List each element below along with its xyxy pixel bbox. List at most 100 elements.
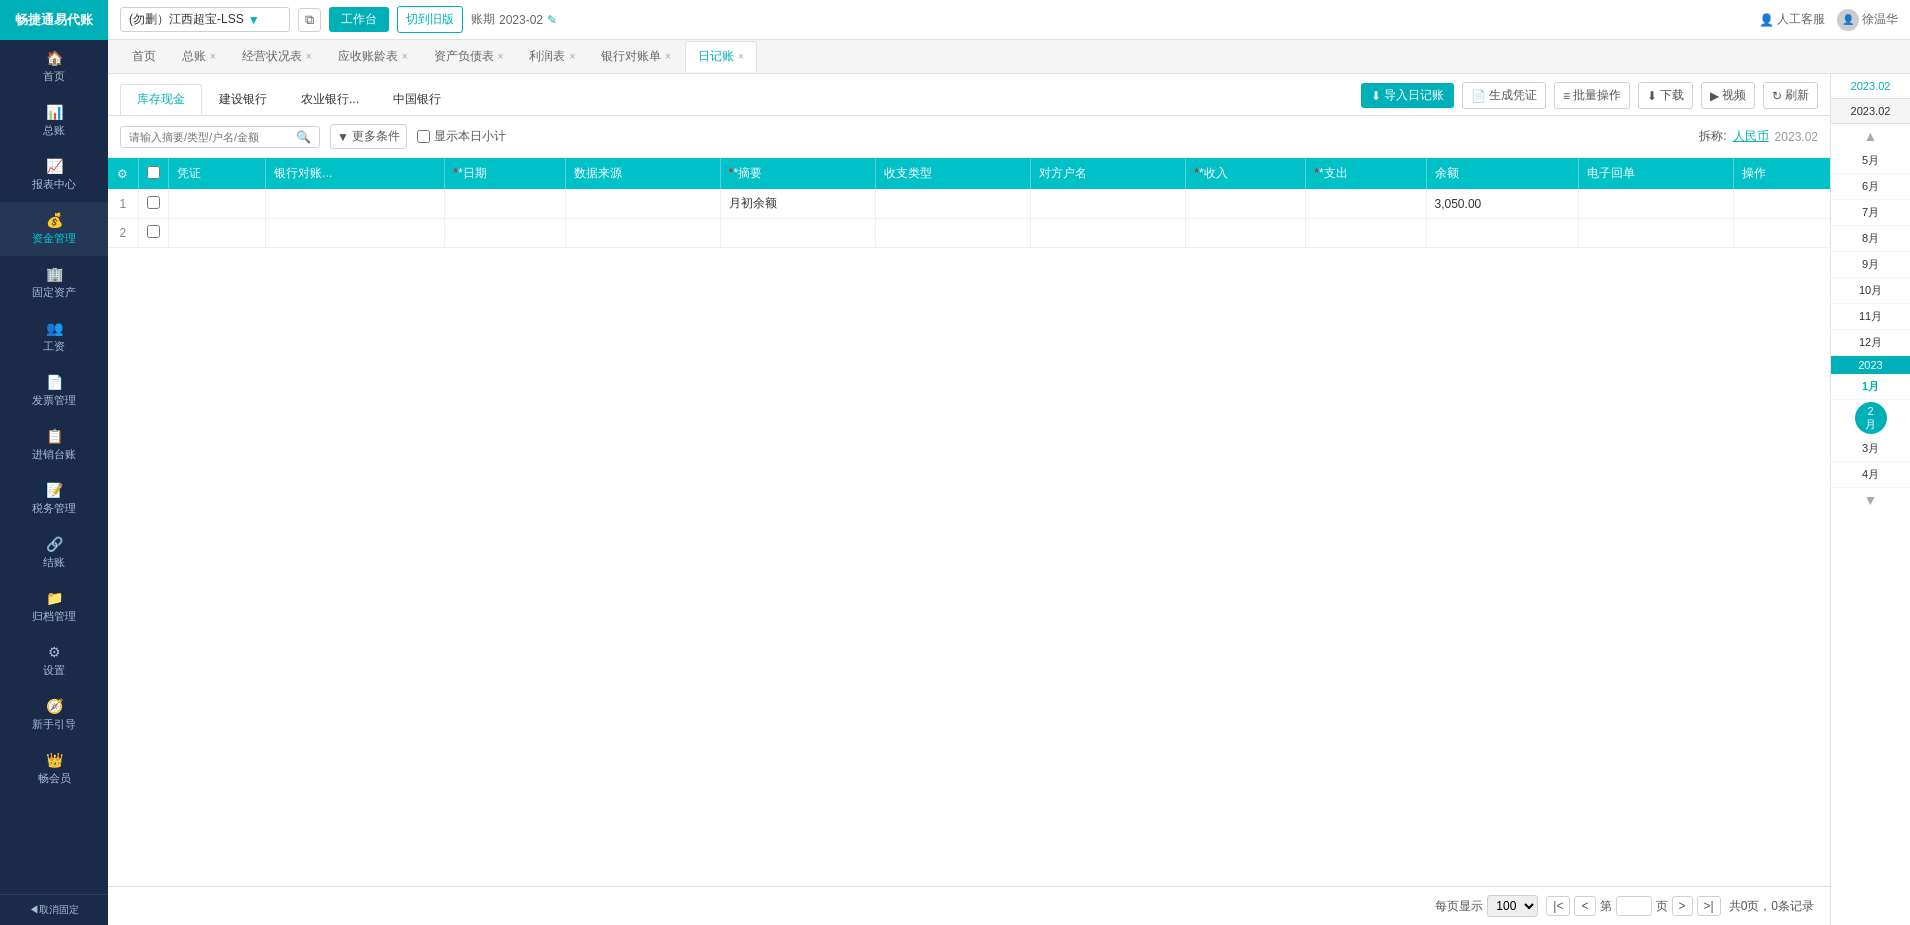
page-size-selector[interactable]: 每页显示 10 20 50 100 bbox=[1435, 895, 1538, 917]
tab-receivables[interactable]: 应收账龄表 × bbox=[326, 42, 420, 71]
top-bar: (勿删）江西超宝-LSS ▼ ⧉ 工作台 切到旧版 账期 2023-02 ✎ 👤… bbox=[108, 0, 1910, 40]
month-12[interactable]: 12月 bbox=[1831, 330, 1910, 356]
tab-bank-statement[interactable]: 银行对账单 × bbox=[589, 42, 683, 71]
row-electronic-2 bbox=[1578, 219, 1733, 248]
tab-profit-close[interactable]: × bbox=[569, 51, 575, 62]
period-edit-icon[interactable]: ✎ bbox=[547, 13, 557, 27]
year-2023-label: 2023 bbox=[1831, 356, 1910, 374]
unpin-sidebar[interactable]: ◀取消固定 bbox=[0, 894, 108, 925]
scroll-up-arrow[interactable]: ▲ bbox=[1831, 124, 1910, 148]
toolbar-right: 拆称: 人民币 2023.02 bbox=[1699, 128, 1818, 145]
month-8[interactable]: 8月 bbox=[1831, 226, 1910, 252]
tab-receivables-close[interactable]: × bbox=[402, 51, 408, 62]
first-page-button[interactable]: |< bbox=[1546, 896, 1570, 916]
sidebar-item-settings[interactable]: ⚙ 设置 bbox=[0, 634, 108, 688]
sidebar-item-home[interactable]: 🏠 首页 bbox=[0, 40, 108, 94]
month-6[interactable]: 6月 bbox=[1831, 174, 1910, 200]
import-journal-button[interactable]: ⬇ 导入日记账 bbox=[1361, 83, 1454, 108]
company-selector[interactable]: (勿删）江西超宝-LSS ▼ bbox=[120, 7, 290, 32]
switch-version-button[interactable]: 切到旧版 bbox=[397, 6, 463, 33]
sidebar-item-reports[interactable]: 📈 报表中心 bbox=[0, 148, 108, 202]
row-check-1[interactable] bbox=[138, 189, 168, 219]
table-row: 2 bbox=[108, 219, 1830, 248]
video-button[interactable]: ▶ 视频 bbox=[1701, 82, 1755, 109]
customer-service[interactable]: 👤 人工客服 bbox=[1759, 11, 1825, 28]
payroll-icon: 👥 bbox=[46, 320, 63, 336]
sidebar-item-ledger[interactable]: 📊 总账 bbox=[0, 94, 108, 148]
tab-journal-close[interactable]: × bbox=[738, 51, 744, 62]
show-daily-subtotal-checkbox[interactable]: 显示本日小计 bbox=[417, 128, 506, 145]
tab-bank-close[interactable]: × bbox=[665, 51, 671, 62]
tab-balance-sheet[interactable]: 资产负债表 × bbox=[422, 42, 516, 71]
tab-balance-close[interactable]: × bbox=[498, 51, 504, 62]
user-menu[interactable]: 👤 徐温华 bbox=[1837, 9, 1898, 31]
sub-tab-bar: 库存现金 建设银行 农业银行... 中国银行 ⬇ 导入日记账 📄 生成凭证 ≡ bbox=[108, 74, 1830, 116]
column-settings-icon[interactable]: ⚙ bbox=[117, 167, 128, 181]
batch-operation-button[interactable]: ≡ 批量操作 bbox=[1554, 82, 1630, 109]
tab-ledger-close[interactable]: × bbox=[210, 51, 216, 62]
sub-tab-agriculture-bank[interactable]: 农业银行... bbox=[284, 84, 376, 114]
tab-ledger-label: 总账 bbox=[182, 48, 206, 65]
scroll-down-arrow[interactable]: ▼ bbox=[1831, 488, 1910, 512]
row-electronic-1 bbox=[1578, 189, 1733, 219]
tab-business[interactable]: 经营状况表 × bbox=[230, 42, 324, 71]
month-4[interactable]: 4月 bbox=[1831, 462, 1910, 488]
sidebar-item-label: 新手引导 bbox=[32, 717, 76, 732]
search-box[interactable]: 🔍 bbox=[120, 126, 320, 148]
month-5[interactable]: 5月 bbox=[1831, 148, 1910, 174]
date-period-header-1[interactable]: 2023.02 bbox=[1831, 74, 1910, 99]
th-settings[interactable]: ⚙ bbox=[108, 158, 138, 189]
tab-profit[interactable]: 利润表 × bbox=[517, 42, 587, 71]
sidebar-item-invoice[interactable]: 📄 发票管理 bbox=[0, 364, 108, 418]
home-icon: 🏠 bbox=[46, 50, 63, 66]
tab-business-close[interactable]: × bbox=[306, 51, 312, 62]
generate-voucher-button[interactable]: 📄 生成凭证 bbox=[1462, 82, 1546, 109]
month-10[interactable]: 10月 bbox=[1831, 278, 1910, 304]
sidebar-item-label: 首页 bbox=[43, 69, 65, 84]
tab-journal[interactable]: 日记账 × bbox=[685, 41, 757, 72]
sidebar-item-vip[interactable]: 👑 畅会员 bbox=[0, 742, 108, 796]
sidebar-item-guide[interactable]: 🧭 新手引导 bbox=[0, 688, 108, 742]
select-all-checkbox[interactable] bbox=[147, 166, 160, 179]
search-input[interactable] bbox=[129, 131, 292, 143]
month-11[interactable]: 11月 bbox=[1831, 304, 1910, 330]
sub-tab-cash[interactable]: 库存现金 bbox=[120, 84, 202, 115]
row-date-1 bbox=[445, 189, 565, 219]
sidebar-item-close[interactable]: 🔗 结账 bbox=[0, 526, 108, 580]
last-page-button[interactable]: >| bbox=[1697, 896, 1721, 916]
refresh-button[interactable]: ↻ 刷新 bbox=[1763, 82, 1818, 109]
page-number-input[interactable]: 1 bbox=[1616, 896, 1652, 916]
download-icon: ⬇ bbox=[1647, 89, 1657, 103]
content-area: 库存现金 建设银行 农业银行... 中国银行 ⬇ 导入日记账 📄 生成凭证 ≡ bbox=[108, 74, 1910, 925]
next-page-button[interactable]: > bbox=[1672, 896, 1693, 916]
month-3[interactable]: 3月 bbox=[1831, 436, 1910, 462]
copy-button[interactable]: ⧉ bbox=[298, 8, 321, 32]
sub-tab-china-bank[interactable]: 中国银行 bbox=[376, 84, 458, 114]
month-2-active[interactable]: 2月 bbox=[1855, 402, 1887, 434]
date-period-header-2[interactable]: 2023.02 bbox=[1831, 99, 1910, 124]
video-icon: ▶ bbox=[1710, 89, 1719, 103]
row-voucher-2 bbox=[168, 219, 266, 248]
sidebar-item-tax[interactable]: 📝 税务管理 bbox=[0, 472, 108, 526]
page-size-dropdown[interactable]: 10 20 50 100 bbox=[1487, 895, 1538, 917]
sidebar-item-archive[interactable]: 📁 归档管理 bbox=[0, 580, 108, 634]
month-1[interactable]: 1月 bbox=[1831, 374, 1910, 400]
sidebar-item-finance[interactable]: 💰 资金管理 bbox=[0, 202, 108, 256]
sidebar-item-payroll[interactable]: 👥 工资 bbox=[0, 310, 108, 364]
show-daily-check[interactable] bbox=[417, 130, 430, 143]
sidebar-item-fixed-assets[interactable]: 🏢 固定资产 bbox=[0, 256, 108, 310]
sidebar-item-sales-ledger[interactable]: 📋 进销台账 bbox=[0, 418, 108, 472]
avatar: 👤 bbox=[1837, 9, 1859, 31]
workbench-button[interactable]: 工作台 bbox=[329, 7, 389, 32]
tab-ledger[interactable]: 总账 × bbox=[170, 42, 228, 71]
month-7[interactable]: 7月 bbox=[1831, 200, 1910, 226]
sub-tab-construction-bank[interactable]: 建设银行 bbox=[202, 84, 284, 114]
th-check[interactable] bbox=[138, 158, 168, 189]
filter-button[interactable]: ▼ 更多条件 bbox=[330, 124, 407, 149]
download-button[interactable]: ⬇ 下载 bbox=[1638, 82, 1693, 109]
prev-page-button[interactable]: < bbox=[1574, 896, 1595, 916]
row-income-1 bbox=[1186, 189, 1306, 219]
tab-home[interactable]: 首页 bbox=[120, 42, 168, 71]
row-check-2[interactable] bbox=[138, 219, 168, 248]
month-9[interactable]: 9月 bbox=[1831, 252, 1910, 278]
